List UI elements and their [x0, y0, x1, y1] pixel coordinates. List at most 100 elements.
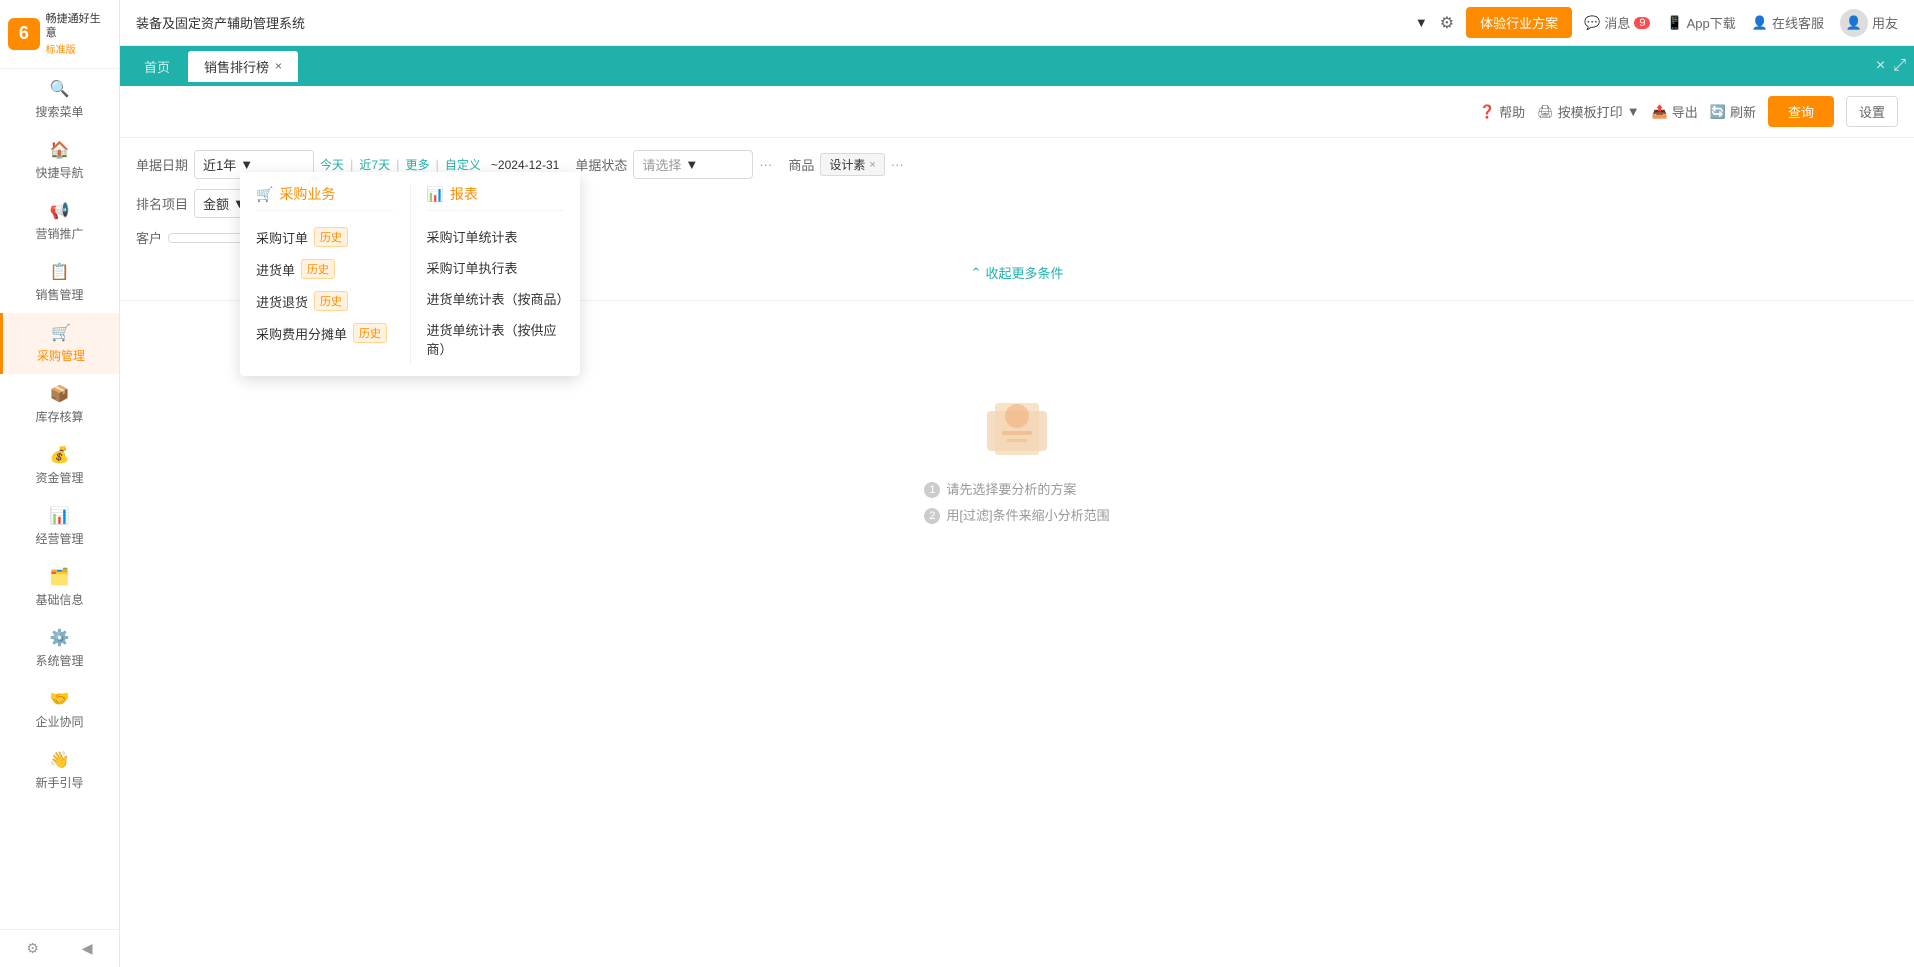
settings-button[interactable]: 设置: [1846, 96, 1898, 127]
date-quick-7days[interactable]: 近7天: [359, 156, 390, 173]
sales-icon: 📋: [50, 262, 70, 282]
window-close-icon[interactable]: ×: [1876, 57, 1885, 75]
app-download-label: App下载: [1687, 13, 1736, 32]
dropdown-item-inbound-stat-supplier[interactable]: 进货单统计表（按供应商）: [427, 314, 565, 364]
sidebar-item-inventory[interactable]: 📦 库存核算: [0, 374, 119, 435]
step2-num: 2: [924, 508, 940, 524]
inbound-return-label: 进货退货: [256, 292, 308, 311]
sidebar-item-operation[interactable]: 📊 经营管理: [0, 496, 119, 557]
collapse-label: 收起更多条件: [985, 263, 1063, 282]
tab-sales-rank[interactable]: 销售排行榜 ×: [188, 51, 298, 82]
header-right: 💬 消息 9 📱 App下载 👤 在线客服 👤 用友: [1584, 9, 1898, 37]
export-btn[interactable]: 📤 导出: [1652, 102, 1698, 121]
sidebar-item-label: 营销推广: [35, 225, 83, 242]
tab-home[interactable]: 首页: [128, 51, 186, 82]
purchase-expense-label: 采购费用分摊单: [256, 324, 347, 343]
basicinfo-icon: 🗂️: [50, 567, 70, 587]
finance-icon: 💰: [50, 445, 70, 465]
report-col-title: 报表: [450, 184, 478, 204]
dropdown-item-purchase-order-exec[interactable]: 采购订单执行表: [427, 252, 565, 283]
purchase-order-exec-label: 采购订单执行表: [427, 258, 518, 277]
username-label: 用友: [1872, 13, 1898, 32]
date-quick-today[interactable]: 今天: [320, 156, 344, 173]
rank-filter-label: 排名项目: [136, 194, 188, 213]
date-value-text: 近1年: [203, 155, 236, 174]
tab-bar-actions: × ⤢: [1876, 57, 1906, 75]
sidebar-item-label: 新手引导: [35, 774, 83, 791]
logo-icon: 6: [8, 18, 40, 50]
status-filter-label: 单据状态: [575, 155, 627, 174]
sidebar-item-search[interactable]: 🔍 搜索菜单: [0, 69, 119, 130]
sidebar-item-enterprise[interactable]: 🤝 企业协同: [0, 679, 119, 740]
header-settings-icon[interactable]: ⚙: [1440, 13, 1454, 33]
print-label: 按模板打印: [1558, 102, 1623, 121]
print-template-btn[interactable]: 🖨 按模板打印 ▼: [1537, 102, 1639, 121]
settings-bottom-icon[interactable]: ⚙: [26, 940, 39, 957]
report-col-header: 📊 报表: [427, 184, 565, 211]
help-icon: ❓: [1479, 104, 1495, 120]
purchase-dropdown-menu: 🛒 采购业务 采购订单 历史 进货单 历史 进货退货: [240, 172, 580, 376]
header-dropdown-btn[interactable]: ▼: [1415, 15, 1428, 30]
sidebar-bottom: ⚙ ◀: [0, 929, 119, 967]
report-col: 📊 报表 采购订单统计表 采购订单执行表 进货单统计表（按商品）: [411, 184, 581, 364]
user-menu-btn[interactable]: 👤 用友: [1840, 9, 1898, 37]
dropdown-item-purchase-order-stat[interactable]: 采购订单统计表: [427, 221, 565, 252]
goods-tag-close-icon[interactable]: ×: [869, 159, 875, 171]
sidebar-item-quicknav[interactable]: 🏠 快捷导航: [0, 130, 119, 191]
date-divider2: |: [396, 157, 399, 172]
app-download-btn[interactable]: 📱 App下载: [1666, 13, 1735, 32]
message-icon: 💬: [1584, 15, 1600, 31]
sidebar-item-basicinfo[interactable]: 🗂️ 基础信息: [0, 557, 119, 618]
online-service-btn[interactable]: 👤 在线客服: [1752, 13, 1824, 32]
sidebar-item-label: 系统管理: [35, 652, 83, 669]
help-label: 帮助: [1499, 102, 1525, 121]
inbound-label: 进货单: [256, 260, 295, 279]
dropdown-item-inbound-return[interactable]: 进货退货 历史: [256, 285, 394, 317]
tab-bar: 首页 销售排行榜 × × ⤢: [120, 46, 1914, 86]
sidebar-item-label: 经营管理: [35, 530, 83, 547]
sidebar-item-sales[interactable]: 📋 销售管理: [0, 252, 119, 313]
search-icon: 🔍: [50, 79, 70, 99]
sidebar-item-newbie[interactable]: 👋 新手引导: [0, 740, 119, 801]
messages-btn[interactable]: 💬 消息 9: [1584, 13, 1650, 32]
collapse-icon: ⌃: [971, 265, 982, 281]
dropdown-item-purchase-expense[interactable]: 采购费用分摊单 历史: [256, 317, 394, 349]
status-value-text: 请选择: [642, 155, 681, 174]
sidebar-item-finance[interactable]: 💰 资金管理: [0, 435, 119, 496]
newbie-icon: 👋: [50, 750, 70, 770]
step1-num: 1: [924, 482, 940, 498]
sidebar: 6 畅捷通好生意 标准版 🔍 搜索菜单 🏠 快捷导航 📢 营销推广 📋: [0, 0, 120, 967]
purchase-icon: 🛒: [51, 323, 71, 343]
tab-close-icon[interactable]: ×: [275, 59, 282, 73]
sidebar-item-marketing[interactable]: 📢 营销推广: [0, 191, 119, 252]
dropdown-item-inbound[interactable]: 进货单 历史: [256, 253, 394, 285]
collapse-sidebar-icon[interactable]: ◀: [82, 940, 93, 957]
dropdown-item-purchase-order[interactable]: 采购订单 历史: [256, 221, 394, 253]
date-filter-label: 单据日期: [136, 155, 188, 174]
empty-icon: [967, 381, 1067, 461]
purchase-col: 🛒 采购业务 采购订单 历史 进货单 历史 进货退货: [240, 184, 411, 364]
dropdown-arrow-icon: ▼: [1415, 15, 1428, 30]
status-filter-dots[interactable]: ···: [759, 157, 772, 172]
help-btn[interactable]: ❓ 帮助: [1479, 102, 1525, 121]
home-icon: 🏠: [50, 140, 70, 160]
dropdown-item-inbound-stat-goods[interactable]: 进货单统计表（按商品）: [427, 283, 565, 314]
sidebar-item-system[interactable]: ⚙️ 系统管理: [0, 618, 119, 679]
sidebar-item-purchase[interactable]: 🛒 采购管理: [0, 313, 119, 374]
date-quick-more[interactable]: 更多: [406, 156, 430, 173]
logo-area: 6 畅捷通好生意 标准版: [0, 0, 119, 69]
purchase-order-label: 采购订单: [256, 228, 308, 247]
status-filter-value[interactable]: 请选择 ▼: [633, 150, 753, 179]
export-label: 导出: [1672, 102, 1698, 121]
date-quick-custom[interactable]: 自定义: [445, 156, 481, 173]
window-expand-icon[interactable]: ⤢: [1893, 57, 1906, 75]
industry-btn[interactable]: 体验行业方案: [1466, 7, 1572, 38]
refresh-label: 刷新: [1730, 102, 1756, 121]
avatar-icon: 👤: [1846, 15, 1862, 31]
system-title: 装备及固定资产辅助管理系统: [136, 13, 1403, 32]
goods-filter-dots[interactable]: ···: [891, 157, 904, 172]
refresh-btn[interactable]: 🔄 刷新: [1710, 102, 1756, 121]
query-button[interactable]: 查询: [1768, 96, 1834, 127]
status-filter: 单据状态 请选择 ▼ ···: [575, 150, 772, 179]
inbound-stat-goods-label: 进货单统计表（按商品）: [427, 289, 565, 308]
